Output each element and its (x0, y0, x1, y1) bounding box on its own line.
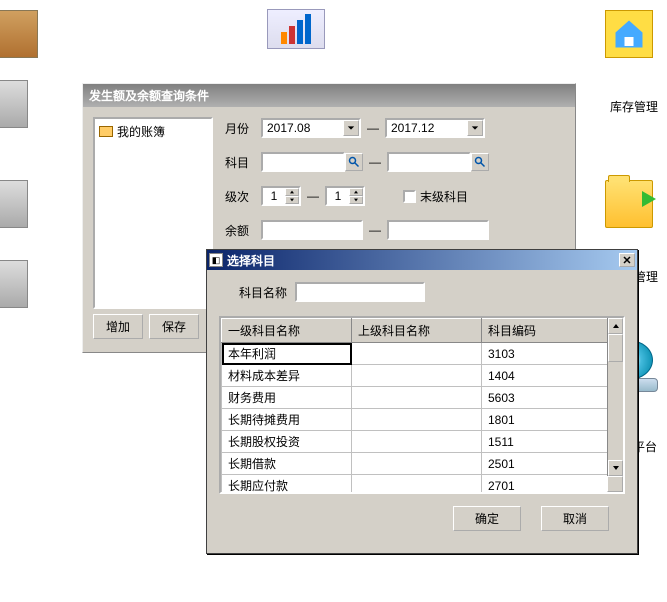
table-row[interactable]: 长期股权投资 1511 (222, 431, 623, 453)
dash: — (307, 189, 319, 203)
level-from-input[interactable] (263, 188, 285, 204)
table-cell[interactable]: 长期应付款 (222, 475, 352, 495)
subject-to-input-wrap (387, 152, 471, 172)
vertical-scrollbar[interactable] (607, 318, 623, 492)
chart-icon[interactable] (267, 9, 325, 49)
table-cell[interactable]: 财务费用 (222, 387, 352, 409)
month-to-input[interactable] (387, 120, 467, 136)
table-cell[interactable]: 1404 (482, 365, 623, 387)
gray-app-icon-2[interactable] (0, 180, 28, 228)
month-to-combo[interactable] (385, 118, 485, 138)
subject-label: 科目 (225, 154, 261, 171)
level-label: 级次 (225, 188, 261, 205)
gray-app-icon[interactable] (0, 80, 28, 128)
dash: — (369, 155, 381, 169)
balance-to-input-wrap (387, 220, 489, 240)
dropdown-icon[interactable] (343, 120, 359, 136)
leaf-subject-checkbox[interactable] (403, 190, 416, 203)
folder-icon (99, 126, 113, 137)
table-cell[interactable] (352, 453, 482, 475)
spin-up-icon[interactable] (285, 188, 299, 196)
scroll-thumb[interactable] (608, 334, 623, 362)
table-cell[interactable]: 材料成本差异 (222, 365, 352, 387)
balance-from-input-wrap (261, 220, 363, 240)
subject-from-input-wrap (261, 152, 345, 172)
table-cell[interactable] (352, 475, 482, 495)
table-cell[interactable]: 2501 (482, 453, 623, 475)
table-cell[interactable]: 3103 (482, 343, 623, 365)
gray-app-icon-3[interactable] (0, 260, 28, 308)
table-cell[interactable] (352, 431, 482, 453)
balance-from-input[interactable] (263, 222, 361, 238)
month-from-combo[interactable] (261, 118, 361, 138)
subject-name-input-wrap (295, 282, 425, 302)
cancel-button[interactable]: 取消 (541, 506, 609, 531)
tree-root-label: 我的账簿 (117, 123, 165, 140)
table-row[interactable]: 财务费用 5603 (222, 387, 623, 409)
table-row[interactable]: 长期应付款 2701 (222, 475, 623, 495)
table-row[interactable]: 长期待摊费用 1801 (222, 409, 623, 431)
search-icon[interactable] (345, 153, 363, 171)
table-cell[interactable] (352, 343, 482, 365)
leaf-subject-label: 末级科目 (420, 188, 468, 205)
dialog-title: 发生额及余额查询条件 (83, 84, 575, 107)
month-label: 月份 (225, 120, 261, 137)
level-to-input[interactable] (327, 188, 349, 204)
inventory-label: 库存管理 (610, 98, 658, 115)
table-cell[interactable]: 长期借款 (222, 453, 352, 475)
level-to-spinner[interactable] (325, 186, 365, 206)
spin-down-icon[interactable] (349, 196, 363, 204)
spin-up-icon[interactable] (349, 188, 363, 196)
subject-to-input[interactable] (389, 154, 469, 170)
col-l1-name[interactable]: 一级科目名称 (222, 319, 352, 343)
close-icon[interactable]: ✕ (619, 253, 635, 267)
spin-down-icon[interactable] (285, 196, 299, 204)
table-cell[interactable] (352, 409, 482, 431)
table-cell[interactable]: 5603 (482, 387, 623, 409)
subject-from-input[interactable] (263, 154, 343, 170)
ledger-tree[interactable]: 我的账簿 (93, 117, 213, 309)
dropdown-icon[interactable] (467, 120, 483, 136)
dialog-title: 选择科目 (227, 252, 619, 269)
subject-name-label: 科目名称 (239, 284, 287, 301)
subject-grid[interactable]: 一级科目名称 上级科目名称 科目编码 本年利润3103材料成本差异1404财务费… (219, 316, 625, 494)
table-cell[interactable]: 1801 (482, 409, 623, 431)
add-button[interactable]: 增加 (93, 314, 143, 339)
search-icon[interactable] (471, 153, 489, 171)
table-cell[interactable]: 本年利润 (222, 343, 352, 365)
scroll-up-icon[interactable] (608, 318, 623, 334)
balance-label: 余额 (225, 222, 261, 239)
level-from-spinner[interactable] (261, 186, 301, 206)
table-cell[interactable]: 长期股权投资 (222, 431, 352, 453)
home-icon[interactable] (605, 10, 653, 58)
table-cell[interactable] (352, 387, 482, 409)
scroll-down-icon[interactable] (608, 460, 623, 476)
table-row[interactable]: 本年利润 3103 (222, 343, 623, 365)
save-button[interactable]: 保存 (149, 314, 199, 339)
dash: — (367, 121, 379, 135)
table-row[interactable]: 长期借款 2501 (222, 453, 623, 475)
titlebar[interactable]: ◧ 选择科目 ✕ (207, 250, 637, 270)
table-cell[interactable]: 2701 (482, 475, 623, 495)
app-icon: ◧ (209, 253, 223, 267)
subject-name-input[interactable] (297, 284, 423, 300)
ok-button[interactable]: 确定 (453, 506, 521, 531)
table-cell[interactable]: 长期待摊费用 (222, 409, 352, 431)
table-cell[interactable] (352, 365, 482, 387)
scroll-corner (607, 476, 623, 492)
table-row[interactable]: 材料成本差异 1404 (222, 365, 623, 387)
col-parent-name[interactable]: 上级科目名称 (352, 319, 482, 343)
balance-to-input[interactable] (389, 222, 487, 238)
month-from-input[interactable] (263, 120, 343, 136)
select-subject-dialog: ◧ 选择科目 ✕ 科目名称 一级科目名称 上级科目名称 科目编码 本年利润 310… (206, 249, 638, 554)
folder-export-icon[interactable] (605, 180, 653, 228)
dash: — (369, 223, 381, 237)
table-cell[interactable]: 1511 (482, 431, 623, 453)
col-code[interactable]: 科目编码 (482, 319, 623, 343)
box-icon[interactable] (0, 10, 38, 58)
tree-root-item[interactable]: 我的账簿 (99, 123, 207, 140)
